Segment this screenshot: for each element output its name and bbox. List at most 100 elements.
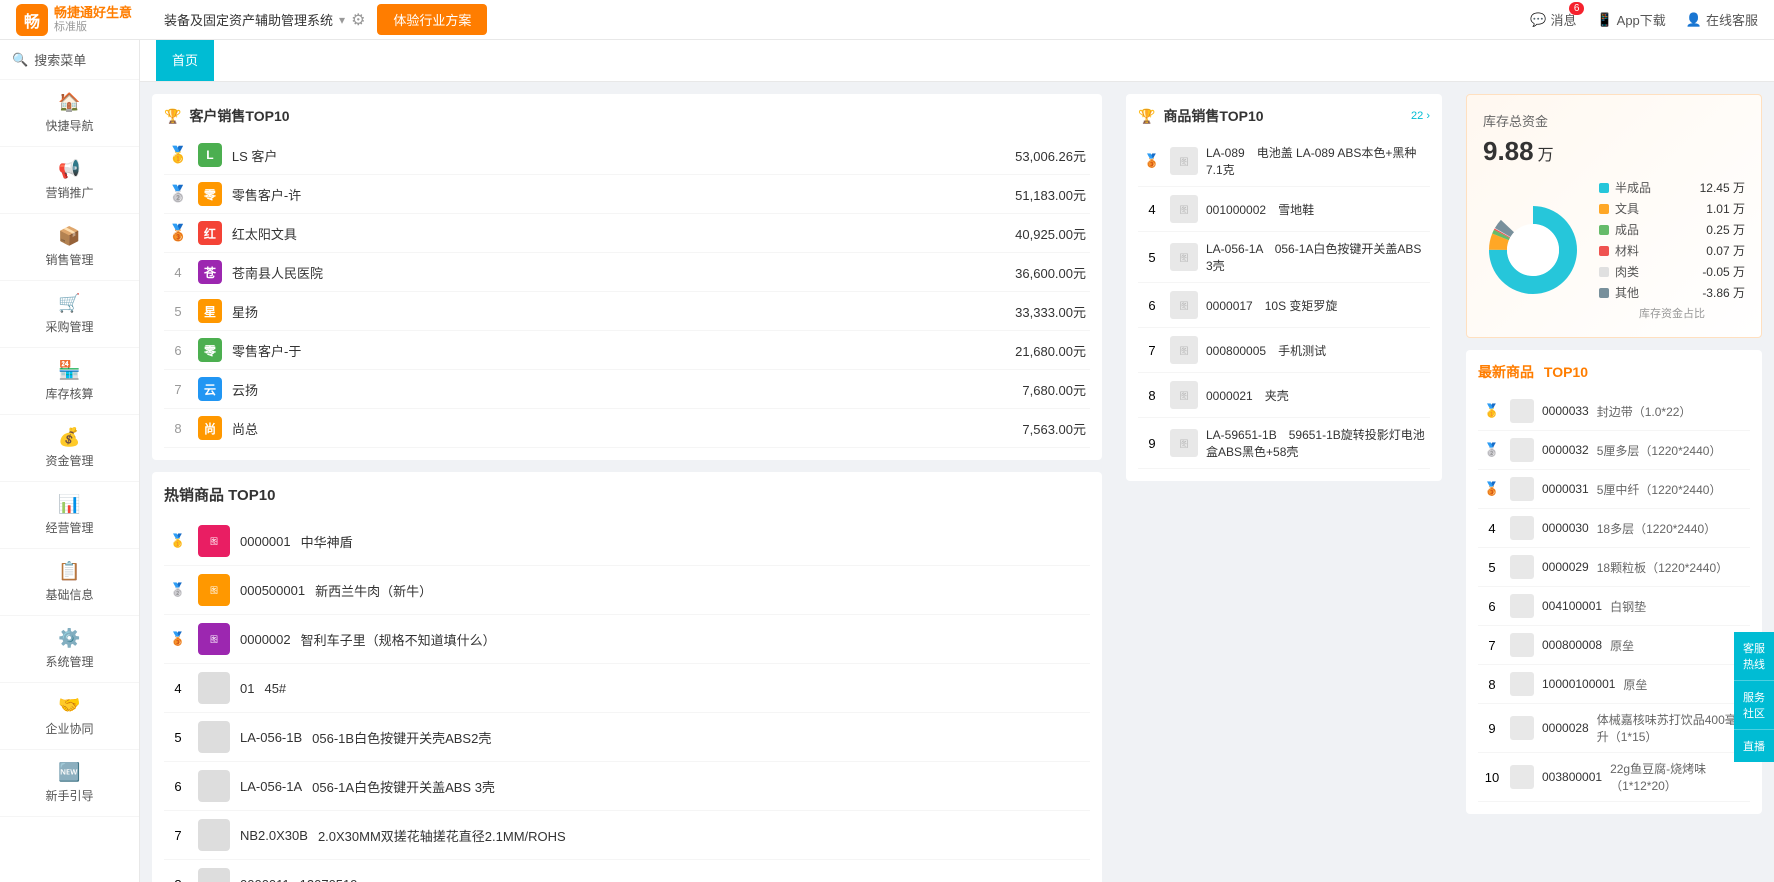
table-row: 🥇 L LS 客户 53,006.26元 — [164, 136, 1090, 175]
product-name: 智利车子里（规格不知道填什么） — [301, 630, 1086, 649]
customer-name: 红太阳文具 — [232, 224, 1005, 243]
sidebar-item-purchase[interactable]: 🛒 采购管理 — [0, 281, 139, 348]
sidebar-item-finance[interactable]: 💰 资金管理 — [0, 415, 139, 482]
legend-color — [1599, 267, 1609, 277]
list-item: 🥉 图 0000002 智利车子里（规格不知道填什么） — [164, 615, 1090, 664]
view-more[interactable]: 22 › — [1411, 110, 1430, 122]
sidebar-label-operations: 经营管理 — [45, 519, 93, 536]
corp-icon: 🤝 — [58, 695, 80, 716]
logo-area: 畅 畅捷通好生意 标准版 — [16, 4, 132, 36]
product-thumbnail — [1510, 438, 1534, 462]
sidebar-label-quick-nav: 快捷导航 — [45, 117, 93, 134]
product-info: 001000002 雪地鞋 — [1206, 201, 1426, 218]
live-button[interactable]: 直播 — [1734, 730, 1774, 762]
app-download-button[interactable]: 📱 App下载 — [1596, 10, 1665, 29]
medal-icon: 🥇 — [1482, 403, 1502, 419]
product-thumbnail — [1510, 516, 1534, 540]
rank-number: 7 — [1142, 343, 1162, 358]
product-image: 图 — [198, 574, 230, 606]
product-info: 000800005 手机测试 — [1206, 342, 1426, 359]
new-products-card: 最新商品 TOP10 🥇 0000033 封边带（1.0*22） 🥈 00000… — [1466, 350, 1762, 814]
product-thumbnail — [1510, 765, 1534, 789]
list-item: 🥉 0000031 5厘中纤（1220*2440） — [1478, 470, 1750, 509]
list-item: 4 0000030 18多层（1220*2440） — [1478, 509, 1750, 548]
sidebar-item-guide[interactable]: 🆕 新手引导 — [0, 750, 139, 817]
rank-number: 8 — [168, 877, 188, 882]
product-code: 0000011 — [240, 877, 290, 882]
customer-amount: 53,006.26元 — [1015, 146, 1086, 165]
product-info: 0000021 夹壳 — [1206, 387, 1426, 404]
message-button[interactable]: 💬 消息 6 — [1530, 10, 1576, 29]
product-code: 10000100001 — [1542, 677, 1615, 691]
rank-number: 5 — [1482, 560, 1502, 575]
sidebar-item-quick-nav[interactable]: 🏠 快捷导航 — [0, 80, 139, 147]
product-sales-title: 🏆 商品销售TOP10 22 › — [1138, 106, 1430, 126]
sidebar-item-sales[interactable]: 📦 销售管理 — [0, 214, 139, 281]
product-name: 中华神盾 — [301, 532, 1086, 551]
sidebar-item-system[interactable]: ⚙️ 系统管理 — [0, 616, 139, 683]
product-image: 图 — [198, 525, 230, 557]
rank-number: 9 — [1482, 721, 1502, 736]
app-label: App下载 — [1617, 10, 1666, 29]
float-buttons: 客服热线 服务社区 直播 — [1734, 632, 1774, 762]
list-item: 8 图 0000021 夹壳 — [1138, 373, 1430, 418]
legend-item: 其他 -3.86 万 — [1599, 284, 1745, 301]
sidebar-search[interactable]: 🔍 搜索菜单 — [0, 40, 139, 80]
gear-icon[interactable]: ⚙ — [351, 10, 365, 30]
chart-legend: 半成品 12.45 万 文具 1.01 万 成品 0 — [1599, 179, 1745, 321]
table-row: 5 星 星扬 33,333.00元 — [164, 292, 1090, 331]
product-thumbnail: 图 — [1170, 147, 1198, 175]
message-icon: 💬 — [1530, 12, 1546, 28]
customer-amount: 7,563.00元 — [1022, 419, 1086, 438]
sidebar-label-finance: 资金管理 — [45, 452, 93, 469]
product-name: 5厘中纤（1220*2440） — [1597, 481, 1746, 498]
search-label: 搜索菜单 — [34, 50, 86, 69]
tab-home[interactable]: 首页 — [156, 40, 214, 81]
list-item: 4 图 001000002 雪地鞋 — [1138, 187, 1430, 232]
inventory-amount: 9.88 — [1483, 136, 1534, 167]
left-column: 🏆 客户销售TOP10 🥇 L LS 客户 53,006.26元 🥈 零 零售客… — [140, 82, 1114, 882]
avatar: L — [198, 143, 222, 167]
rank-number: 6 — [168, 779, 188, 794]
legend-color — [1599, 288, 1609, 298]
table-row: 🥈 零 零售客户-许 51,183.00元 — [164, 175, 1090, 214]
sidebar-item-basic[interactable]: 📋 基础信息 — [0, 549, 139, 616]
product-image — [198, 721, 230, 753]
customer-service-button[interactable]: 客服热线 — [1734, 632, 1774, 681]
customer-amount: 40,925.00元 — [1015, 224, 1086, 243]
avatar: 零 — [198, 338, 222, 362]
sidebar-item-marketing[interactable]: 📢 营销推广 — [0, 147, 139, 214]
customer-amount: 33,333.00元 — [1015, 302, 1086, 321]
customer-name: 星扬 — [232, 302, 1005, 321]
sidebar-item-corp[interactable]: 🤝 企业协同 — [0, 683, 139, 750]
middle-column: 🏆 商品销售TOP10 22 › 🥉 图 LA-089 电池盖 LA-089 A… — [1114, 82, 1454, 882]
content-area: 🏆 客户销售TOP10 🥇 L LS 客户 53,006.26元 🥈 零 零售客… — [140, 82, 1774, 882]
dropdown-icon[interactable]: ▾ — [339, 13, 345, 27]
sidebar-item-operations[interactable]: 📊 经营管理 — [0, 482, 139, 549]
trial-button[interactable]: 体验行业方案 — [377, 4, 487, 35]
list-item: 7 000800008 原垒 — [1478, 626, 1750, 665]
online-service-button[interactable]: 👤 在线客服 — [1686, 10, 1758, 29]
medal-icon: 🥉 — [1482, 481, 1502, 497]
product-image — [198, 672, 230, 704]
product-code: NB2.0X30B — [240, 828, 308, 843]
logo-sub: 标准版 — [54, 21, 132, 34]
rank-number: 4 — [1142, 202, 1162, 217]
product-image — [198, 868, 230, 882]
product-code: 000800008 — [1542, 638, 1602, 652]
customer-ranking-title: 🏆 客户销售TOP10 — [164, 106, 1090, 126]
customer-name: 云扬 — [232, 380, 1012, 399]
list-item: 6 图 0000017 10S 变矩罗旋 — [1138, 283, 1430, 328]
sales-icon: 📦 — [58, 226, 80, 247]
hot-products-card: 热销商品 TOP10 🥇 图 0000001 中华神盾 🥈 图 00050000… — [152, 472, 1102, 882]
product-thumbnail: 图 — [1170, 336, 1198, 364]
list-item: 🥇 0000033 封边带（1.0*22） — [1478, 392, 1750, 431]
community-button[interactable]: 服务社区 — [1734, 681, 1774, 730]
sidebar-item-inventory[interactable]: 🏪 库存核算 — [0, 348, 139, 415]
rank-number: 4 — [168, 681, 188, 696]
sidebar-label-marketing: 营销推广 — [45, 184, 93, 201]
product-code: 000800005 手机测试 — [1206, 342, 1426, 359]
inventory-chart: 半成品 12.45 万 文具 1.01 万 成品 0 — [1483, 179, 1745, 321]
avatar: 云 — [198, 377, 222, 401]
system-select[interactable]: 装备及固定资产辅助管理系统 ▾ ⚙ — [164, 10, 365, 30]
